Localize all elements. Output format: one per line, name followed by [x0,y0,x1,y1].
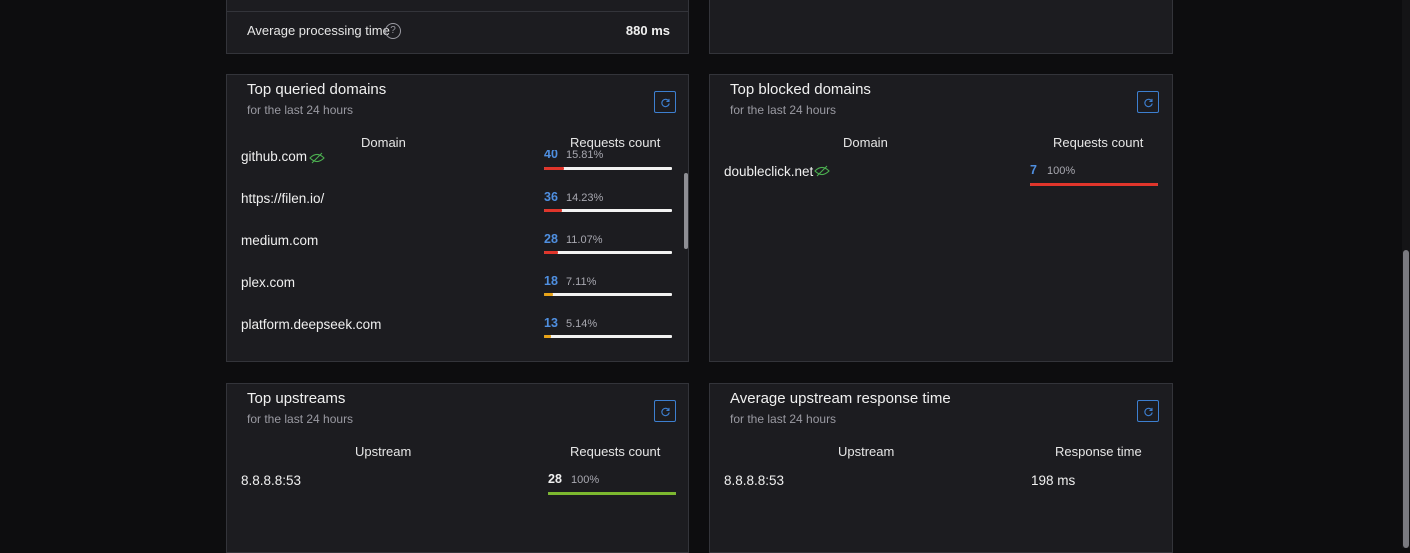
request-percent: 7.11% [566,276,597,288]
progress-bar-fill [544,209,563,212]
request-percent: 11.07% [566,234,603,246]
request-count: 13 [544,316,558,330]
help-icon[interactable]: ? [385,23,401,39]
table-row[interactable]: 8.8.8.8:53 28 100% [227,472,688,515]
progress-bar [544,293,672,296]
eye-off-icon[interactable] [309,152,325,164]
progress-bar [544,167,672,170]
progress-bar-fill [548,492,676,495]
column-header-upstream[interactable]: Upstream [355,444,411,459]
column-header-requests-count[interactable]: Requests count [1053,135,1143,150]
page-scrollbar-thumb[interactable] [1403,250,1409,548]
domain-name[interactable]: medium.com [241,233,318,248]
table-row[interactable]: platform.deepseek.com 13 5.14% [227,316,688,359]
request-percent: 14.23% [566,192,604,204]
progress-bar-fill [544,335,551,338]
domain-name[interactable]: doubleclick.net [724,164,813,179]
domain-name[interactable]: github.com [241,150,307,164]
progress-bar [544,209,672,212]
progress-bar-fill [1030,183,1158,186]
table-row[interactable]: github.com 40 15.81% [227,150,688,191]
refresh-button[interactable] [654,400,676,422]
card-title: Average upstream response time [730,390,951,407]
progress-bar [1030,183,1158,186]
domain-name[interactable]: platform.deepseek.com [241,317,381,332]
card-title: Top queried domains [247,81,387,98]
column-header-upstream[interactable]: Upstream [838,444,894,459]
card-subtitle: for the last 24 hours [247,412,354,426]
column-header-domain[interactable]: Domain [843,135,888,150]
column-header-requests-count[interactable]: Requests count [570,135,660,150]
card-subtitle: for the last 24 hours [730,412,837,426]
top-blocked-domains-card: Top blocked domains for the last 24 hour… [709,74,1173,362]
processing-time-label: Average processing time [247,23,390,38]
refresh-icon [1143,98,1153,107]
request-count: 40 [544,150,558,161]
table-row[interactable]: plex.com 18 7.11% [227,274,688,317]
request-count: 7 [1030,163,1037,177]
response-time: 198 ms [1031,473,1076,488]
refresh-icon [660,98,670,107]
progress-bar-fill [544,293,554,296]
request-count: 18 [544,274,558,288]
domain-name[interactable]: https://filen.io/ [241,191,324,206]
scrollbar-thumb[interactable] [684,173,688,249]
card-subtitle: for the last 24 hours [730,103,837,117]
request-count: 36 [544,190,558,204]
progress-bar [548,492,676,495]
column-header-requests-count[interactable]: Requests count [570,444,660,459]
processing-time-value: 880 ms [625,23,670,38]
top-right-card [709,0,1173,54]
table-row[interactable]: https://filen.io/ 36 14.23% [227,190,688,233]
progress-bar [544,251,672,254]
average-upstream-response-time-card: Average upstream response time for the l… [709,383,1173,553]
card-subtitle: for the last 24 hours [247,103,354,117]
upstream-name[interactable]: 8.8.8.8:53 [241,473,301,488]
request-percent: 100% [571,474,600,486]
top-queried-domains-card: Top queried domains for the last 24 hour… [226,74,689,362]
table-row[interactable]: 8.8.8.8:53 198 ms [710,473,1172,515]
progress-bar-fill [544,167,565,170]
processing-card: Average processing time ? 880 ms [226,0,689,54]
domain-name[interactable]: plex.com [241,275,295,290]
progress-bar-fill [544,251,559,254]
refresh-button[interactable] [654,91,676,113]
refresh-button[interactable] [1137,91,1159,113]
refresh-button[interactable] [1137,400,1159,422]
card-title: Top upstreams [247,390,346,407]
request-percent: 100% [1047,165,1076,177]
request-percent: 5.14% [566,318,598,330]
domain-list[interactable]: github.com 40 15.81% https://filen.io/ 3… [227,150,688,361]
refresh-icon [1143,407,1153,416]
column-header-domain[interactable]: Domain [361,135,406,150]
top-upstreams-card: Top upstreams for the last 24 hours Upst… [226,383,689,553]
request-percent: 15.81% [566,150,604,161]
card-title: Top blocked domains [730,81,871,98]
request-count: 28 [544,232,558,246]
request-count: 28 [548,472,562,486]
page-scrollbar[interactable] [1402,0,1410,548]
progress-bar [544,335,672,338]
divider [227,11,688,12]
eye-off-icon[interactable] [814,165,830,177]
column-header-response-time[interactable]: Response time [1055,444,1142,459]
table-row[interactable]: medium.com 28 11.07% [227,232,688,275]
upstream-name[interactable]: 8.8.8.8:53 [724,473,784,488]
table-row[interactable]: doubleclick.net 7 100% [710,163,1172,206]
refresh-icon [660,407,670,416]
